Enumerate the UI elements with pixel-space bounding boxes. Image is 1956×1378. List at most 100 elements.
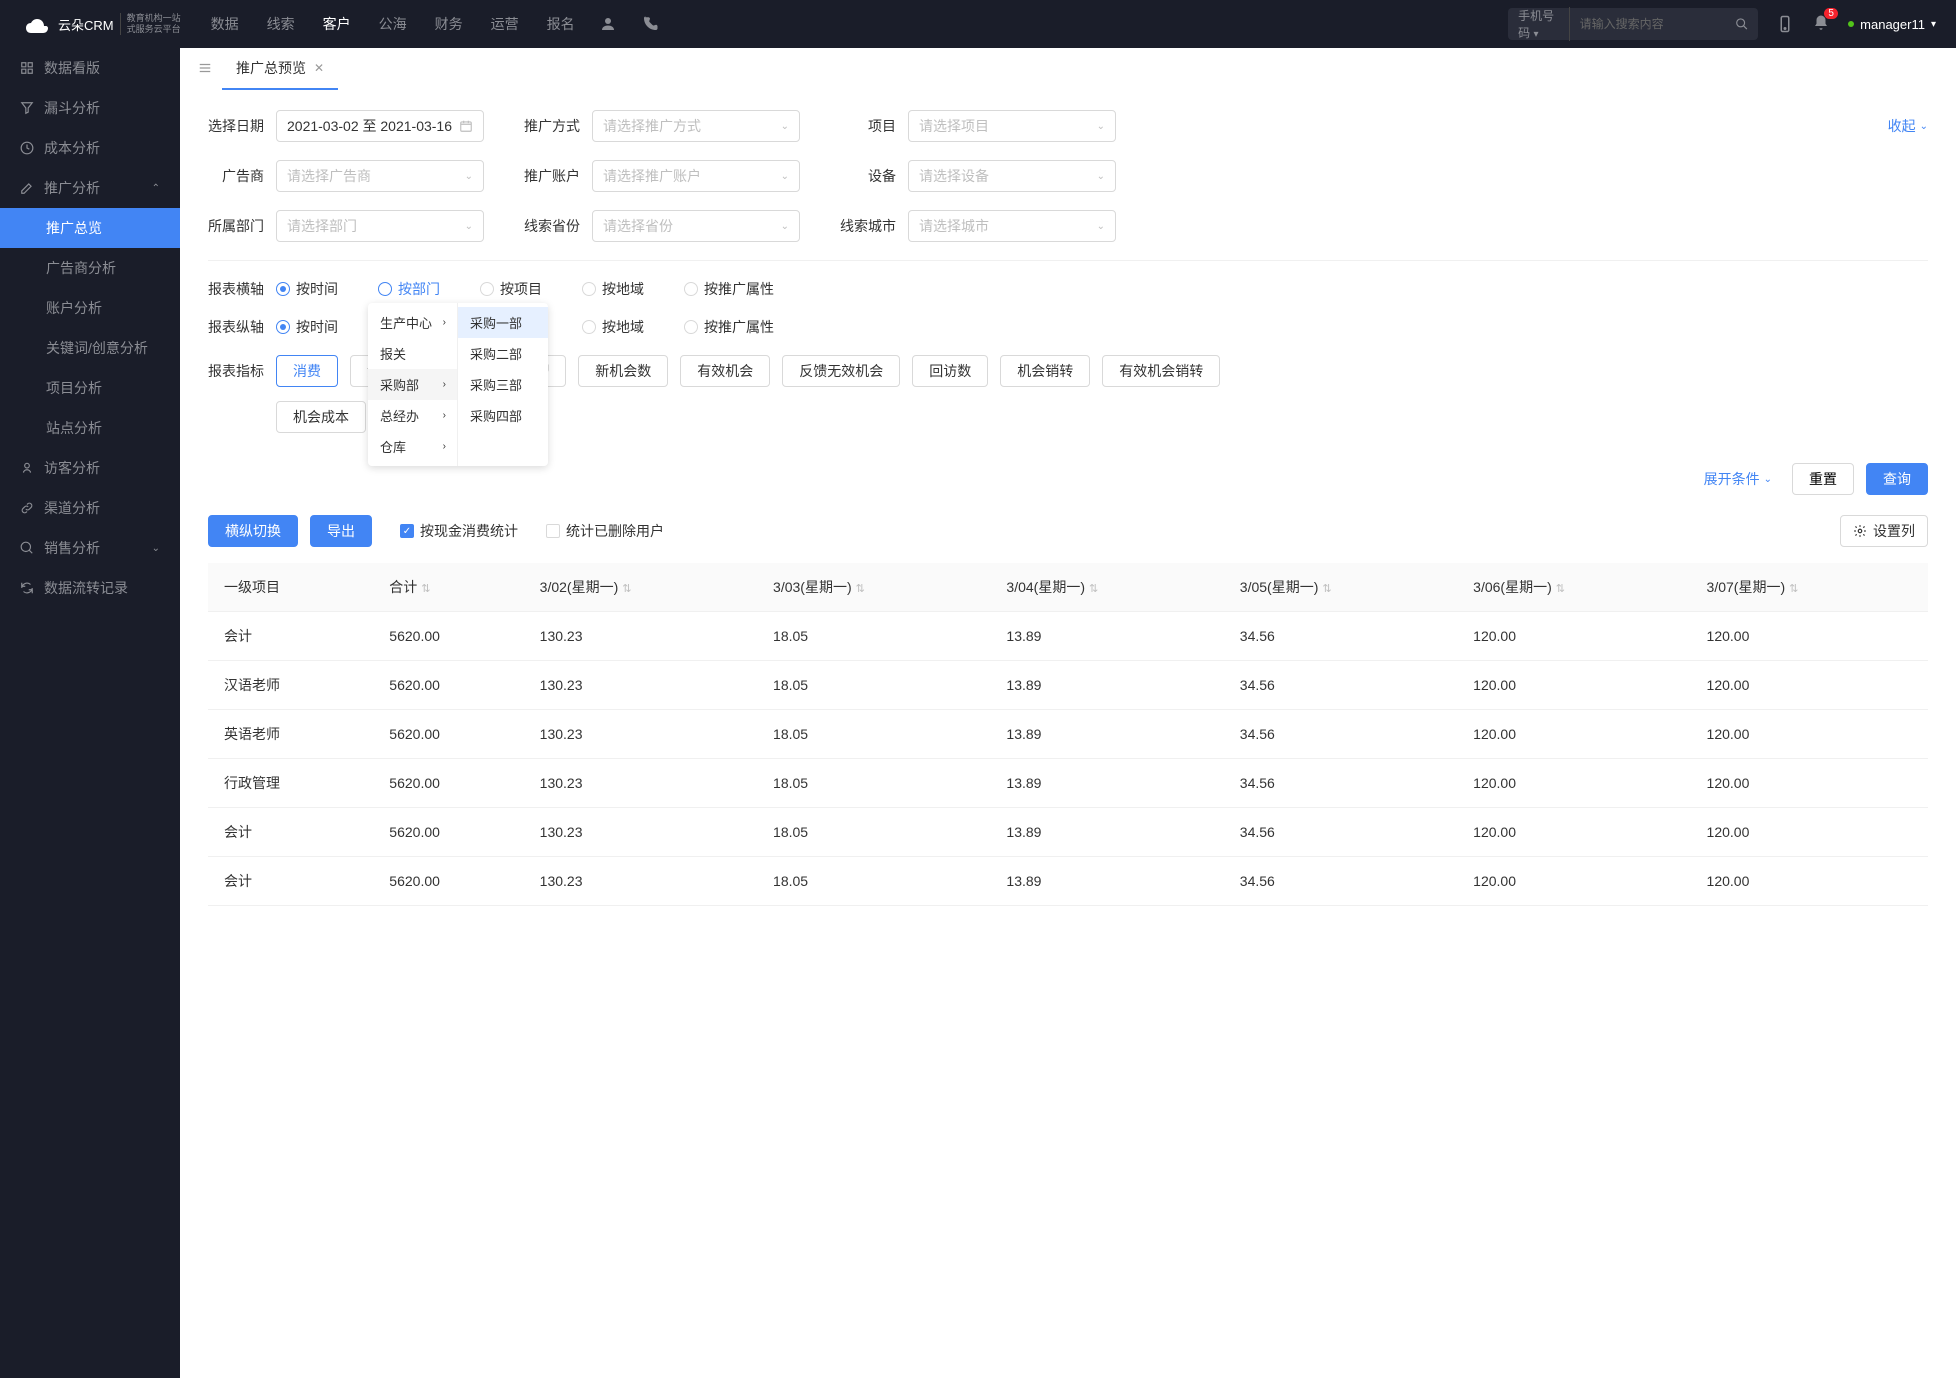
chevron-icon: ⌄ bbox=[152, 543, 160, 554]
sidebar-item-成本分析[interactable]: 成本分析 bbox=[0, 128, 180, 168]
sidebar-item-推广总览[interactable]: 推广总览 bbox=[0, 208, 180, 248]
sidebar-item-访客分析[interactable]: 访客分析 bbox=[0, 448, 180, 488]
toggle-button[interactable]: 横纵切换 bbox=[208, 515, 298, 547]
sidebar-item-站点分析[interactable]: 站点分析 bbox=[0, 408, 180, 448]
radio-按时间[interactable]: 按时间 bbox=[276, 317, 338, 337]
radio-按地域[interactable]: 按地域 bbox=[582, 317, 644, 337]
select-dept[interactable]: 请选择部门⌄ bbox=[276, 210, 484, 242]
sidebar-item-项目分析[interactable]: 项目分析 bbox=[0, 368, 180, 408]
nav-线索[interactable]: 线索 bbox=[267, 14, 295, 34]
metric-反馈无效机会[interactable]: 反馈无效机会 bbox=[782, 355, 900, 387]
phone-icon[interactable] bbox=[641, 15, 659, 33]
nav-客户[interactable]: 客户 bbox=[323, 14, 351, 34]
cell-total: 5620.00 bbox=[377, 759, 527, 808]
col-6[interactable]: 3/06(星期一)⇅ bbox=[1461, 563, 1694, 612]
select-account[interactable]: 请选择推广账户⌄ bbox=[592, 160, 800, 192]
export-button[interactable]: 导出 bbox=[310, 515, 372, 547]
col-5[interactable]: 3/05(星期一)⇅ bbox=[1228, 563, 1461, 612]
select-method[interactable]: 请选择推广方式⌄ bbox=[592, 110, 800, 142]
radio-按地域[interactable]: 按地域 bbox=[582, 279, 644, 299]
radio-按推广属性[interactable]: 按推广属性 bbox=[684, 279, 774, 299]
radio-按推广属性[interactable]: 按推广属性 bbox=[684, 317, 774, 337]
metric-消费[interactable]: 消费 bbox=[276, 355, 338, 387]
metric-机会销转[interactable]: 机会销转 bbox=[1000, 355, 1090, 387]
nav-报名[interactable]: 报名 bbox=[547, 14, 575, 34]
dd-采购一部[interactable]: 采购一部 bbox=[458, 307, 548, 338]
col-2[interactable]: 3/02(星期一)⇅ bbox=[528, 563, 761, 612]
column-settings-button[interactable]: 设置列 bbox=[1840, 515, 1928, 547]
radio-按项目[interactable]: 按项目 bbox=[480, 279, 542, 299]
nav-财务[interactable]: 财务 bbox=[435, 14, 463, 34]
sidebar-toggle[interactable] bbox=[188, 61, 222, 78]
deleted-stat-checkbox[interactable]: 统计已删除用户 bbox=[546, 521, 664, 541]
dd-采购三部[interactable]: 采购三部 bbox=[458, 369, 548, 400]
sidebar-item-推广分析[interactable]: 推广分析⌃ bbox=[0, 168, 180, 208]
sidebar-item-销售分析[interactable]: 销售分析⌄ bbox=[0, 528, 180, 568]
dd-采购部[interactable]: 采购部› bbox=[368, 369, 458, 400]
metric-有效机会[interactable]: 有效机会 bbox=[680, 355, 770, 387]
select-project[interactable]: 请选择项目⌄ bbox=[908, 110, 1116, 142]
select-advertiser[interactable]: 请选择广告商⌄ bbox=[276, 160, 484, 192]
select-device[interactable]: 请选择设备⌄ bbox=[908, 160, 1116, 192]
gear-icon bbox=[1853, 524, 1867, 538]
label-project: 项目 bbox=[840, 116, 896, 136]
col-0[interactable]: 一级项目 bbox=[208, 563, 377, 612]
close-icon[interactable]: ✕ bbox=[314, 61, 324, 75]
table-row: 汉语老师5620.00130.2318.0513.8934.56120.0012… bbox=[208, 661, 1928, 710]
cell-name: 会计 bbox=[208, 612, 377, 661]
dd-总经办[interactable]: 总经办› bbox=[368, 400, 458, 431]
dd-采购四部[interactable]: 采购四部 bbox=[458, 400, 548, 431]
search-icon[interactable] bbox=[1735, 15, 1749, 33]
status-dot bbox=[1848, 21, 1854, 27]
h-axis-label: 报表横轴 bbox=[208, 279, 276, 299]
dd-采购二部[interactable]: 采购二部 bbox=[458, 338, 548, 369]
metric-有效机会销转[interactable]: 有效机会销转 bbox=[1102, 355, 1220, 387]
logo[interactable]: 云朵CRM 教育机构一站 式服务云平台 bbox=[20, 12, 181, 36]
cell-name: 会计 bbox=[208, 808, 377, 857]
cash-stat-checkbox[interactable]: 按现金消费统计 bbox=[400, 521, 518, 541]
search-input[interactable] bbox=[1570, 17, 1735, 31]
collapse-filters[interactable]: 收起 ⌄ bbox=[1888, 116, 1928, 136]
sidebar-item-漏斗分析[interactable]: 漏斗分析 bbox=[0, 88, 180, 128]
metric-新机会数[interactable]: 新机会数 bbox=[578, 355, 668, 387]
sidebar-item-数据看版[interactable]: 数据看版 bbox=[0, 48, 180, 88]
user-menu[interactable]: manager11 ▾ bbox=[1848, 17, 1936, 32]
sidebar-item-关键词/创意分析[interactable]: 关键词/创意分析 bbox=[0, 328, 180, 368]
metric-回访数[interactable]: 回访数 bbox=[912, 355, 988, 387]
date-range-picker[interactable]: 2021-03-02 至 2021-03-16 bbox=[276, 110, 484, 142]
notifications[interactable]: 5 bbox=[1812, 14, 1830, 35]
reset-button[interactable]: 重置 bbox=[1792, 463, 1854, 495]
radio-按部门[interactable]: 按部门 bbox=[378, 279, 440, 299]
metrics-label: 报表指标 bbox=[208, 355, 276, 381]
data-table: 一级项目合计⇅3/02(星期一)⇅3/03(星期一)⇅3/04(星期一)⇅3/0… bbox=[208, 563, 1928, 906]
sidebar-item-广告商分析[interactable]: 广告商分析 bbox=[0, 248, 180, 288]
nav-数据[interactable]: 数据 bbox=[211, 14, 239, 34]
select-province[interactable]: 请选择省份⌄ bbox=[592, 210, 800, 242]
col-3[interactable]: 3/03(星期一)⇅ bbox=[761, 563, 994, 612]
col-4[interactable]: 3/04(星期一)⇅ bbox=[994, 563, 1227, 612]
expand-conditions[interactable]: 展开条件 ⌄ bbox=[1704, 469, 1772, 489]
cell-value: 18.05 bbox=[761, 857, 994, 906]
sidebar-item-账户分析[interactable]: 账户分析 bbox=[0, 288, 180, 328]
sort-icon: ⇅ bbox=[856, 583, 865, 595]
metric-机会成本[interactable]: 机会成本 bbox=[276, 401, 366, 433]
top-nav: 云朵CRM 教育机构一站 式服务云平台 数据 线索 客户 公海 财务 运营 报名 手机号码 … bbox=[0, 0, 1956, 48]
cell-value: 120.00 bbox=[1461, 857, 1694, 906]
dd-仓库[interactable]: 仓库› bbox=[368, 431, 458, 462]
select-city[interactable]: 请选择城市⌄ bbox=[908, 210, 1116, 242]
dd-生产中心[interactable]: 生产中心› bbox=[368, 307, 458, 338]
person-icon[interactable] bbox=[599, 15, 617, 33]
query-button[interactable]: 查询 bbox=[1866, 463, 1928, 495]
nav-公海[interactable]: 公海 bbox=[379, 14, 407, 34]
nav-运营[interactable]: 运营 bbox=[491, 14, 519, 34]
col-1[interactable]: 合计⇅ bbox=[377, 563, 527, 612]
radio-按时间[interactable]: 按时间 bbox=[276, 279, 338, 299]
sidebar-item-渠道分析[interactable]: 渠道分析 bbox=[0, 488, 180, 528]
mobile-icon[interactable] bbox=[1776, 15, 1794, 33]
label-province: 线索省份 bbox=[524, 216, 580, 236]
tab-promotion-overview[interactable]: 推广总预览 ✕ bbox=[222, 48, 338, 90]
dd-报关[interactable]: 报关 bbox=[368, 338, 458, 369]
col-7[interactable]: 3/07(星期一)⇅ bbox=[1695, 563, 1928, 612]
search-type-select[interactable]: 手机号码 ▾ bbox=[1518, 7, 1569, 41]
sidebar-item-数据流转记录[interactable]: 数据流转记录 bbox=[0, 568, 180, 608]
